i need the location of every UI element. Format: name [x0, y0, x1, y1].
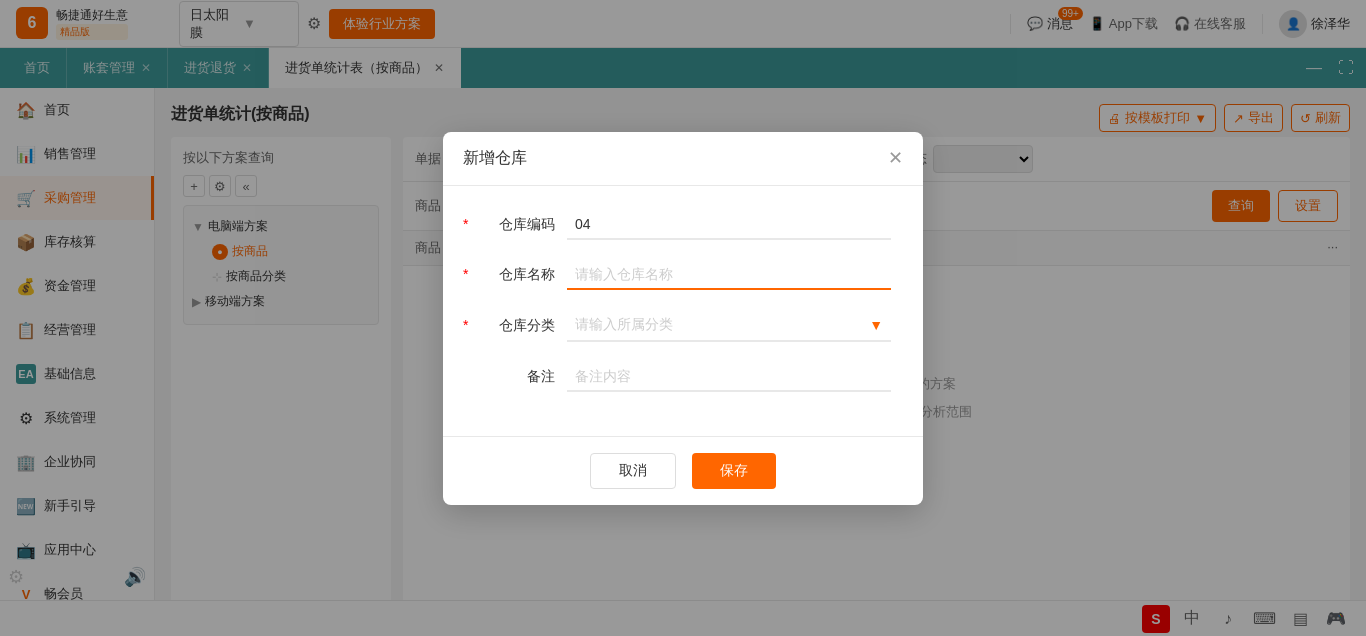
category-chevron-icon: ▼ — [869, 317, 883, 333]
code-label: 仓库编码 — [475, 216, 555, 234]
modal-overlay[interactable]: 新增仓库 ✕ 仓库编码 仓库名称 仓库分类 请输入所属分类 ▼ — [0, 0, 1366, 636]
add-warehouse-modal: 新增仓库 ✕ 仓库编码 仓库名称 仓库分类 请输入所属分类 ▼ — [443, 132, 923, 505]
category-label: 仓库分类 — [475, 317, 555, 335]
cancel-button[interactable]: 取消 — [590, 453, 676, 489]
modal-footer: 取消 保存 — [443, 436, 923, 505]
note-input[interactable] — [567, 362, 891, 392]
save-button[interactable]: 保存 — [692, 453, 776, 489]
note-field: 备注 — [475, 362, 891, 392]
category-select[interactable]: 请输入所属分类 ▼ — [567, 310, 891, 342]
code-field: 仓库编码 — [475, 210, 891, 240]
code-input[interactable] — [567, 210, 891, 240]
modal-close-button[interactable]: ✕ — [888, 149, 903, 167]
category-placeholder: 请输入所属分类 — [575, 316, 673, 334]
name-label: 仓库名称 — [475, 266, 555, 284]
modal-body: 仓库编码 仓库名称 仓库分类 请输入所属分类 ▼ 备注 — [443, 186, 923, 436]
note-label: 备注 — [475, 368, 555, 386]
category-field: 仓库分类 请输入所属分类 ▼ — [475, 310, 891, 342]
name-field: 仓库名称 — [475, 260, 891, 290]
modal-header: 新增仓库 ✕ — [443, 132, 923, 186]
modal-title: 新增仓库 — [463, 148, 527, 169]
name-input[interactable] — [567, 260, 891, 290]
